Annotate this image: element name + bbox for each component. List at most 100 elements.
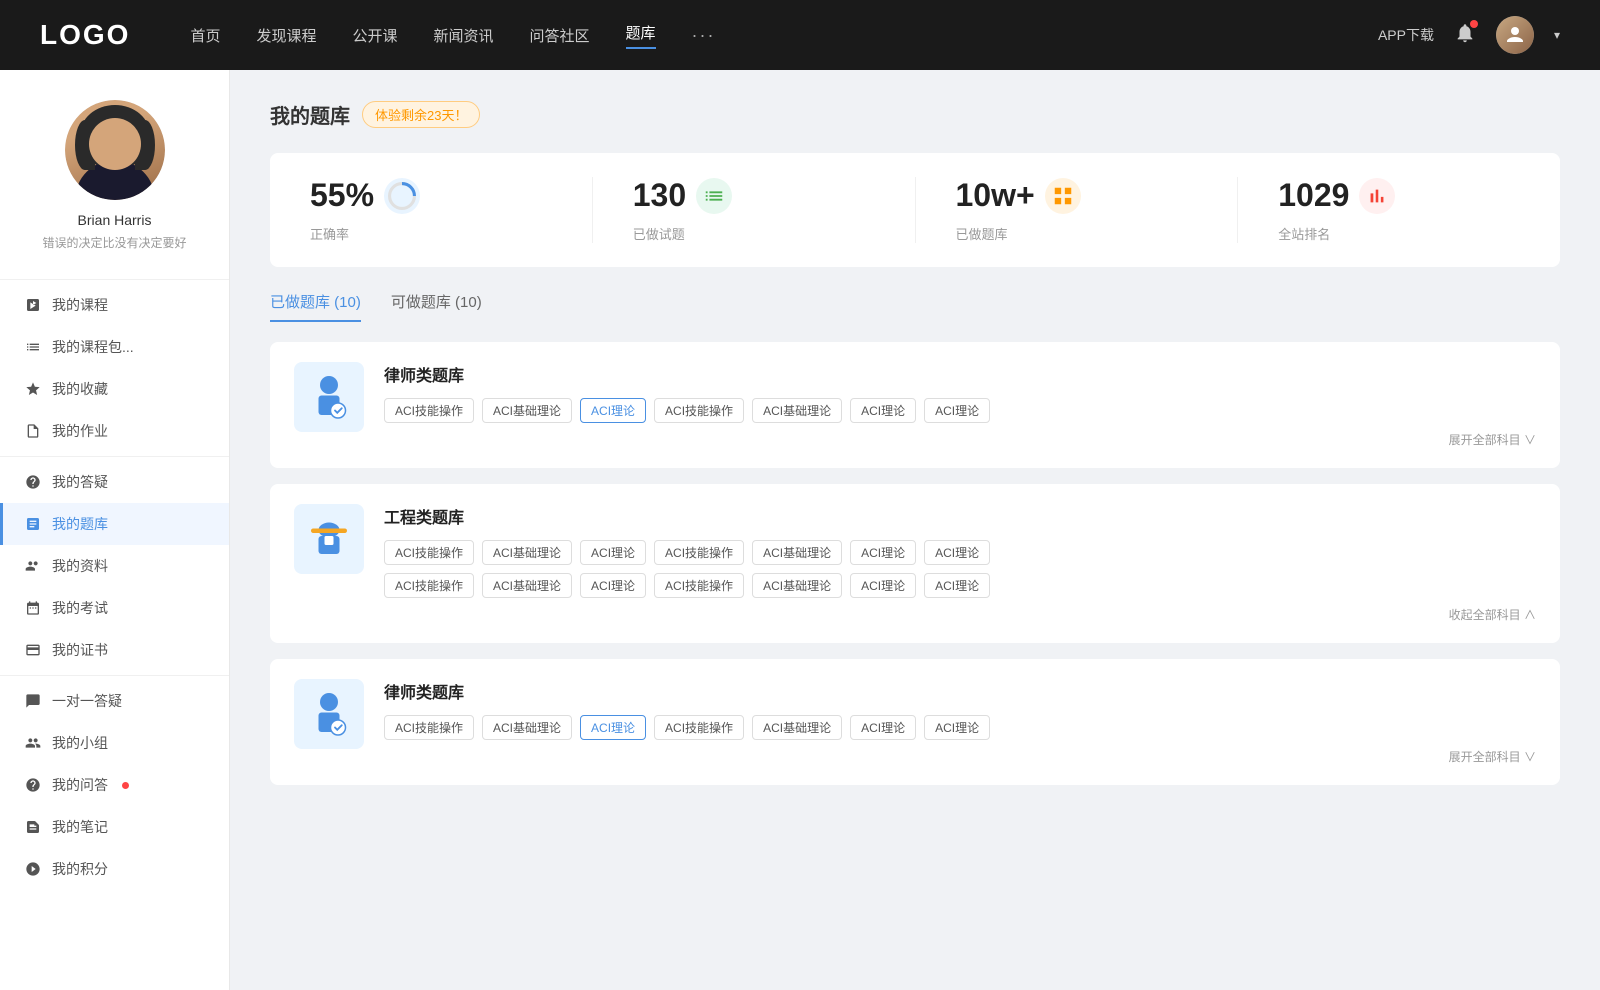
sidebar-label-myqa: 我的问答 xyxy=(52,775,108,795)
sidebar-divider-2 xyxy=(0,675,229,676)
qbank-title-lawyer-1: 律师类题库 xyxy=(384,362,1536,386)
tag-1[interactable]: ACI基础理论 xyxy=(482,398,572,423)
stat-rank-top: 1029 xyxy=(1278,177,1520,214)
sidebar-item-group[interactable]: 我的小组 xyxy=(0,722,229,764)
sidebar-item-myqa[interactable]: 我的问答 xyxy=(0,764,229,806)
nav-qa[interactable]: 问答社区 xyxy=(530,25,590,46)
stat-rank-label: 全站排名 xyxy=(1278,224,1520,243)
tag-5[interactable]: ACI理论 xyxy=(850,398,916,423)
l2-tag-2-active[interactable]: ACI理论 xyxy=(580,715,646,740)
myqa-red-dot xyxy=(122,782,129,789)
logo[interactable]: LOGO xyxy=(40,19,130,51)
notes-icon xyxy=(24,818,42,836)
certificate-icon xyxy=(24,641,42,659)
eng-tag-10[interactable]: ACI技能操作 xyxy=(654,573,744,598)
sidebar-item-bank[interactable]: 我的题库 xyxy=(0,503,229,545)
sidebar-label-group: 我的小组 xyxy=(52,733,108,753)
eng-tag-12[interactable]: ACI理论 xyxy=(850,573,916,598)
qbank-tags-engineer-row2: ACI技能操作 ACI基础理论 ACI理论 ACI技能操作 ACI基础理论 AC… xyxy=(384,573,1536,598)
l2-tag-0[interactable]: ACI技能操作 xyxy=(384,715,474,740)
l2-tag-4[interactable]: ACI基础理论 xyxy=(752,715,842,740)
accuracy-icon-wrap xyxy=(384,178,420,214)
sidebar-label-homework: 我的作业 xyxy=(52,421,108,441)
nav-bank[interactable]: 题库 xyxy=(626,22,656,49)
sidebar-item-points[interactable]: 我的积分 xyxy=(0,848,229,890)
stat-rank: 1029 全站排名 xyxy=(1238,177,1560,243)
qbank-expand-lawyer-2[interactable]: 展开全部科目 ∨ xyxy=(384,748,1536,765)
avatar[interactable] xyxy=(1496,16,1534,54)
engineer-icon-svg xyxy=(305,515,353,563)
eng-tag-2[interactable]: ACI理论 xyxy=(580,540,646,565)
bar-chart-icon xyxy=(1366,185,1388,207)
app-download-button[interactable]: APP下载 xyxy=(1378,25,1434,45)
qbank-collapse-engineer[interactable]: 收起全部科目 ∧ xyxy=(384,606,1536,623)
qbank-card-engineer: 工程类题库 ACI技能操作 ACI基础理论 ACI理论 ACI技能操作 ACI基… xyxy=(270,484,1560,643)
user-menu-chevron[interactable]: ▾ xyxy=(1554,28,1560,42)
lawyer-icon-svg xyxy=(305,373,353,421)
stat-done-banks: 10w+ 已做题库 xyxy=(916,177,1239,243)
qbank-expand-lawyer-1[interactable]: 展开全部科目 ∨ xyxy=(384,431,1536,448)
eng-tag-7[interactable]: ACI技能操作 xyxy=(384,573,474,598)
qbank-icon-engineer xyxy=(294,504,364,574)
nav-more[interactable]: ··· xyxy=(692,25,716,46)
sidebar-label-exam: 我的考试 xyxy=(52,598,108,618)
l2-tag-6[interactable]: ACI理论 xyxy=(924,715,990,740)
nav-news[interactable]: 新闻资讯 xyxy=(434,25,494,46)
main-content: 我的题库 体验剩余23天！ 55% 正确率 xyxy=(230,70,1600,990)
sidebar-avatar[interactable] xyxy=(65,100,165,200)
nav-home[interactable]: 首页 xyxy=(190,25,220,46)
sidebar-item-homework[interactable]: 我的作业 xyxy=(0,410,229,452)
tab-done[interactable]: 已做题库 (10) xyxy=(270,291,361,322)
eng-tag-8[interactable]: ACI基础理论 xyxy=(482,573,572,598)
tag-2-active[interactable]: ACI理论 xyxy=(580,398,646,423)
stat-banks-value: 10w+ xyxy=(956,177,1035,214)
eng-tag-9[interactable]: ACI理论 xyxy=(580,573,646,598)
page-wrapper: Brian Harris 错误的决定比没有决定要好 我的课程 我的课程包... xyxy=(0,0,1600,990)
avatar-person-icon xyxy=(1503,23,1527,47)
star-icon xyxy=(24,380,42,398)
qbank-title-engineer: 工程类题库 xyxy=(384,504,1536,528)
eng-tag-3[interactable]: ACI技能操作 xyxy=(654,540,744,565)
qbank-icon-lawyer-2 xyxy=(294,679,364,749)
sidebar-item-material[interactable]: 我的资料 xyxy=(0,545,229,587)
exam-icon xyxy=(24,599,42,617)
nav-discover[interactable]: 发现课程 xyxy=(256,25,316,46)
tag-3[interactable]: ACI技能操作 xyxy=(654,398,744,423)
sidebar-label-points: 我的积分 xyxy=(52,859,108,879)
sidebar-item-one-on-one[interactable]: 一对一答疑 xyxy=(0,680,229,722)
tag-6[interactable]: ACI理论 xyxy=(924,398,990,423)
eng-tag-5[interactable]: ACI理论 xyxy=(850,540,916,565)
eng-tag-6[interactable]: ACI理论 xyxy=(924,540,990,565)
tag-0[interactable]: ACI技能操作 xyxy=(384,398,474,423)
homework-icon xyxy=(24,422,42,440)
eng-tag-0[interactable]: ACI技能操作 xyxy=(384,540,474,565)
sidebar-profile: Brian Harris 错误的决定比没有决定要好 xyxy=(0,100,229,275)
eng-tag-13[interactable]: ACI理论 xyxy=(924,573,990,598)
l2-tag-1[interactable]: ACI基础理论 xyxy=(482,715,572,740)
sidebar-item-qa[interactable]: 我的答疑 xyxy=(0,461,229,503)
course-pkg-icon xyxy=(24,338,42,356)
notification-bell[interactable] xyxy=(1454,22,1476,49)
stat-done-label: 已做试题 xyxy=(633,224,875,243)
list-icon xyxy=(703,185,725,207)
stat-banks-label: 已做题库 xyxy=(956,224,1198,243)
sidebar-item-exam[interactable]: 我的考试 xyxy=(0,587,229,629)
qbank-content-lawyer-1: 律师类题库 ACI技能操作 ACI基础理论 ACI理论 ACI技能操作 ACI基… xyxy=(384,362,1536,448)
eng-tag-11[interactable]: ACI基础理论 xyxy=(752,573,842,598)
tab-available[interactable]: 可做题库 (10) xyxy=(391,291,482,322)
l2-tag-3[interactable]: ACI技能操作 xyxy=(654,715,744,740)
qbank-content-lawyer-2: 律师类题库 ACI技能操作 ACI基础理论 ACI理论 ACI技能操作 ACI基… xyxy=(384,679,1536,765)
trial-badge: 体验剩余23天！ xyxy=(362,101,480,128)
qbank-tags-engineer-row1: ACI技能操作 ACI基础理论 ACI理论 ACI技能操作 ACI基础理论 AC… xyxy=(384,540,1536,565)
l2-tag-5[interactable]: ACI理论 xyxy=(850,715,916,740)
sidebar-item-favorites[interactable]: 我的收藏 xyxy=(0,368,229,410)
eng-tag-4[interactable]: ACI基础理论 xyxy=(752,540,842,565)
sidebar-item-certificate[interactable]: 我的证书 xyxy=(0,629,229,671)
eng-tag-1[interactable]: ACI基础理论 xyxy=(482,540,572,565)
nav-open-course[interactable]: 公开课 xyxy=(352,25,397,46)
sidebar-item-notes[interactable]: 我的笔记 xyxy=(0,806,229,848)
sidebar-item-course[interactable]: 我的课程 xyxy=(0,284,229,326)
sidebar-item-course-pkg[interactable]: 我的课程包... xyxy=(0,326,229,368)
bank-icon xyxy=(24,515,42,533)
tag-4[interactable]: ACI基础理论 xyxy=(752,398,842,423)
